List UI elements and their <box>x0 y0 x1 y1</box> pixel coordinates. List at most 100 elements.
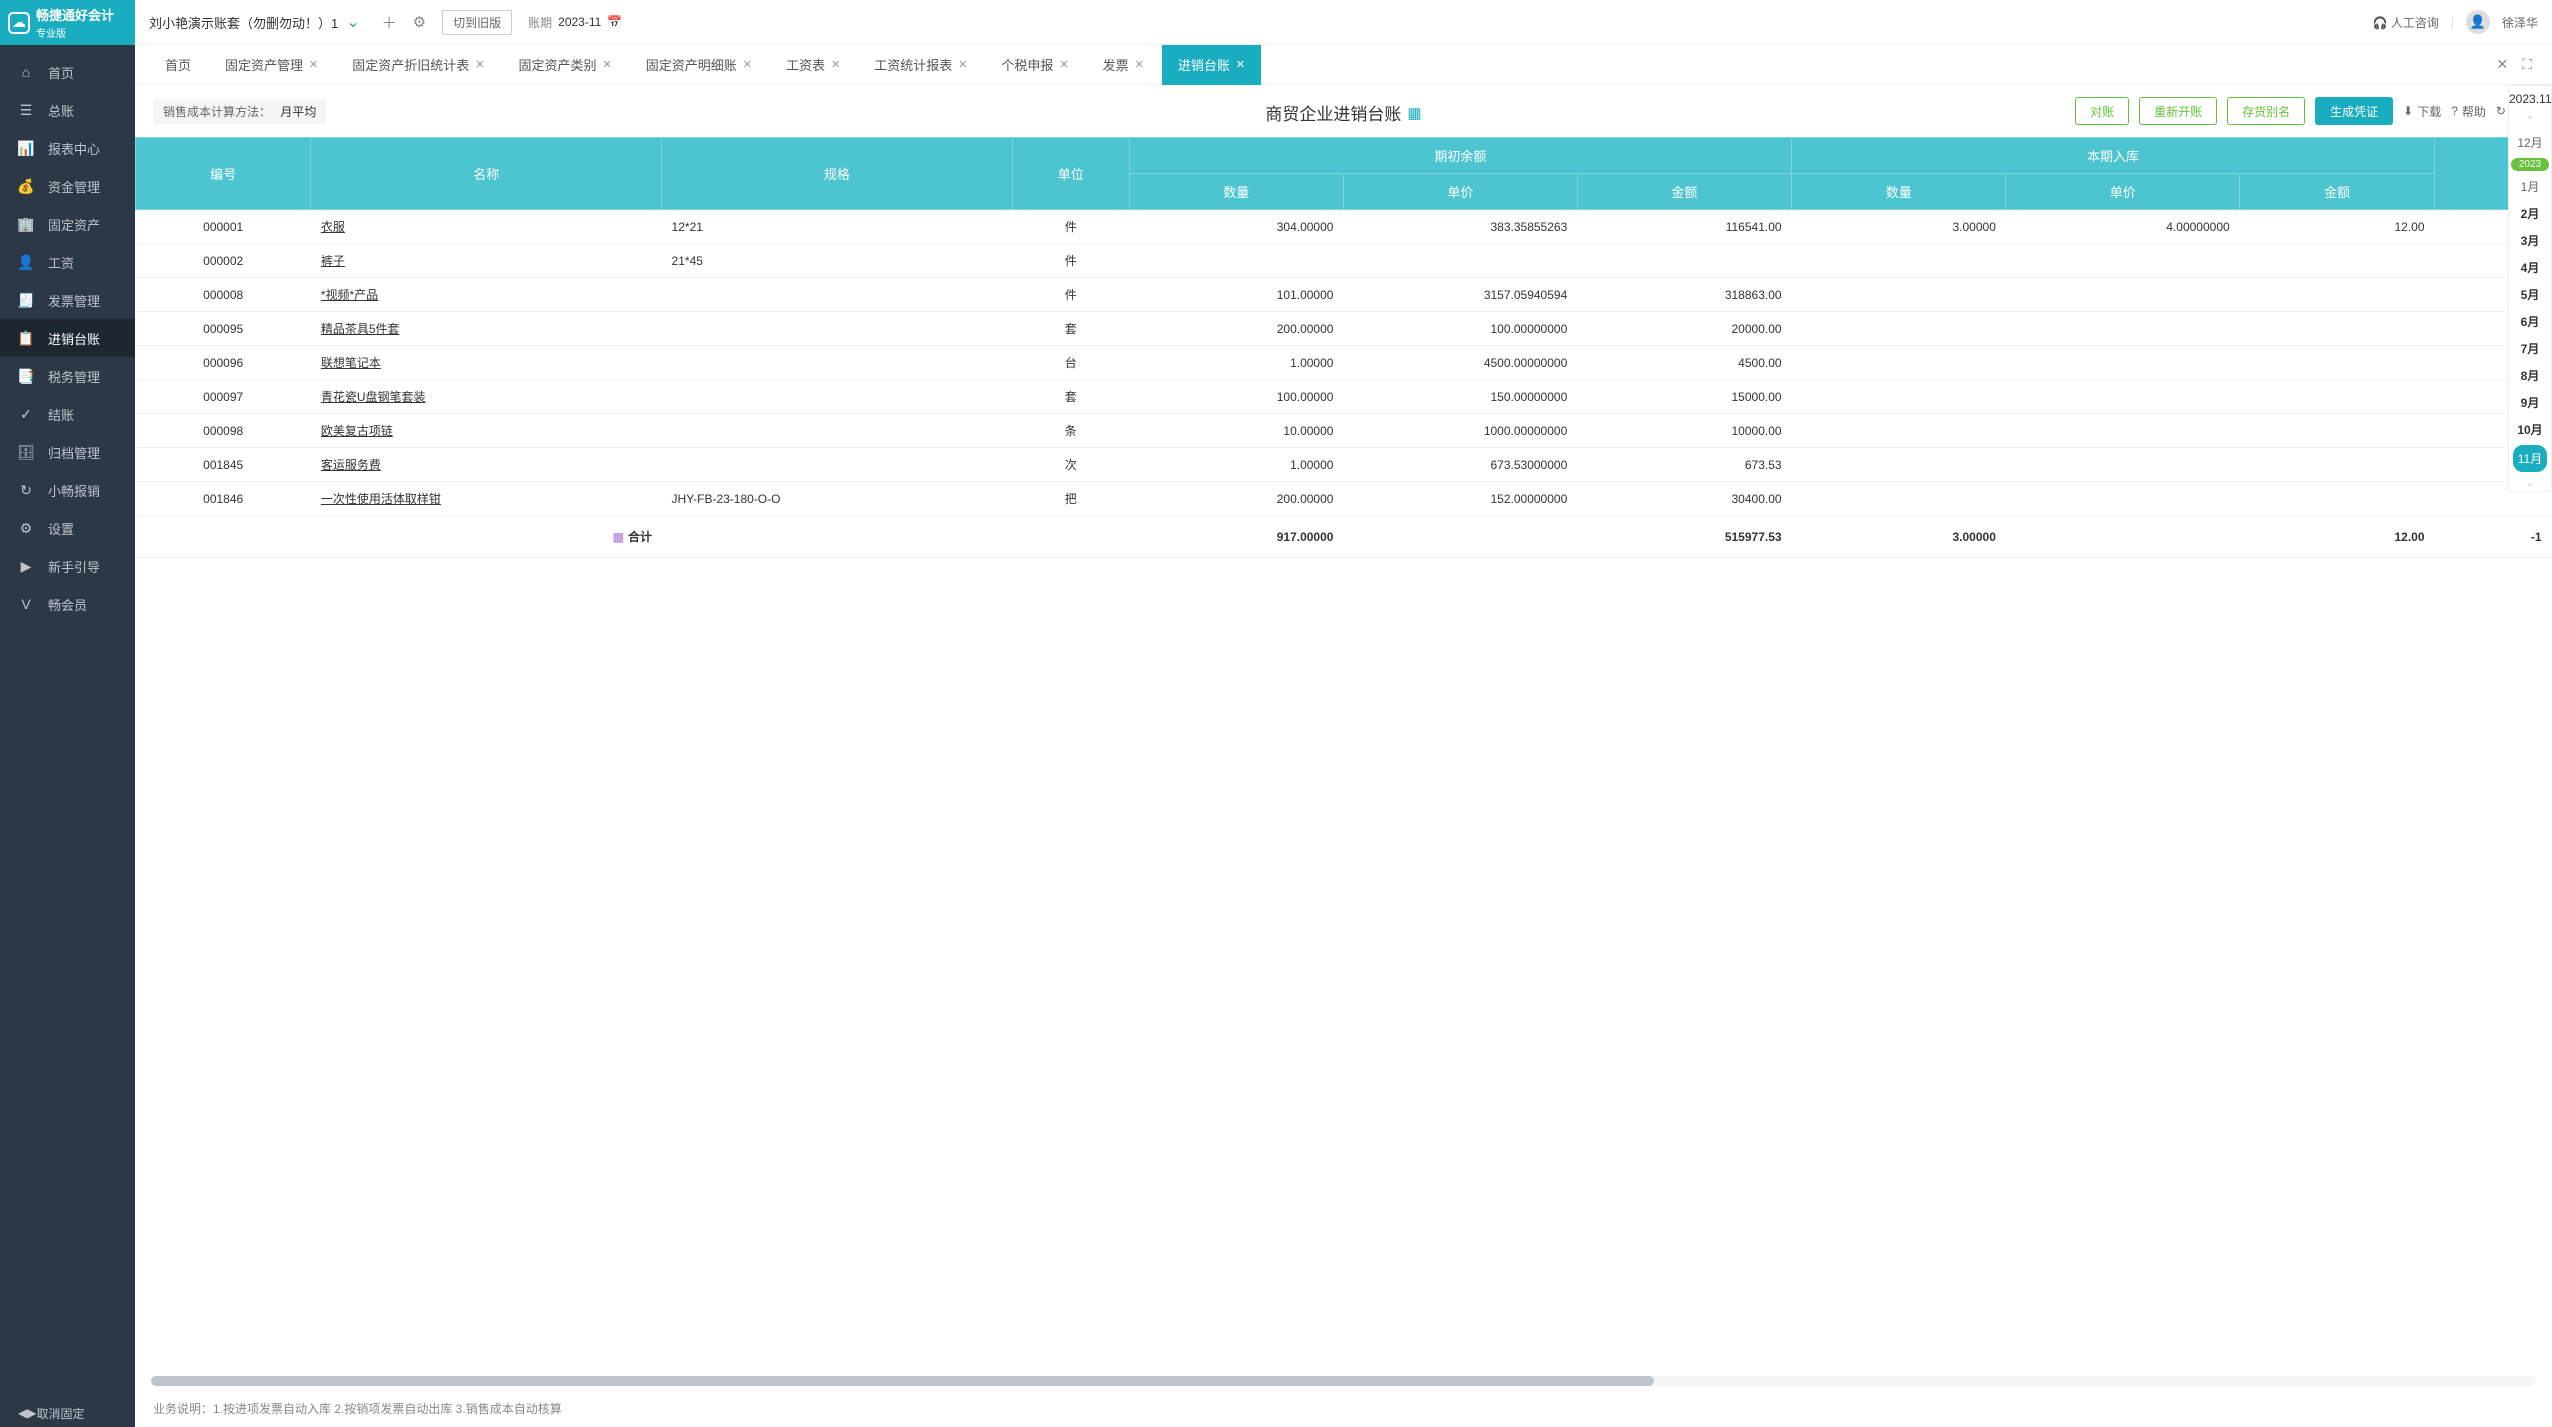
tab[interactable]: 工资表✕ <box>770 45 856 85</box>
month-item[interactable]: 5月 <box>2509 281 2551 308</box>
unpin-button[interactable]: ◀▶ 取消固定 <box>0 1399 135 1427</box>
help-link[interactable]: ? 帮助 <box>2451 103 2486 120</box>
month-item[interactable]: 1月 <box>2509 173 2551 200</box>
download-link[interactable]: ⬇ 下载 <box>2403 103 2441 120</box>
month-item[interactable]: 6月 <box>2509 308 2551 335</box>
sidebar-item-14[interactable]: V畅会员 <box>0 585 135 623</box>
add-icon[interactable]: ＋ <box>382 12 397 33</box>
nav-label: 设置 <box>48 519 74 538</box>
nav-label: 资金管理 <box>48 177 100 196</box>
sidebar-item-7[interactable]: 📋进销台账 <box>0 319 135 357</box>
close-icon[interactable]: ✕ <box>1059 58 1068 71</box>
fullscreen-icon[interactable]: ⛶ <box>2522 56 2532 73</box>
restart-button[interactable]: 重新开账 <box>2139 97 2217 125</box>
h-scrollbar[interactable] <box>151 1376 2536 1386</box>
close-icon[interactable]: ✕ <box>831 58 840 71</box>
month-item[interactable]: 2月 <box>2509 200 2551 227</box>
table-wrap: 编号 名称 规格 单位 期初余额 本期入库 数量 单价 金额 数量 单价 <box>135 137 2552 1372</box>
month-picker: 2023.11 ⌃ 12月20231月2月3月4月5月6月7月8月9月10月11… <box>2508 85 2552 492</box>
gen-voucher-button[interactable]: 生成凭证 <box>2315 97 2393 125</box>
sidebar-item-11[interactable]: ↻小畅报销 <box>0 471 135 509</box>
tab-label: 固定资产明细账 <box>646 55 737 74</box>
close-icon[interactable]: ✕ <box>958 58 967 71</box>
tab[interactable]: 固定资产类别 ✕ <box>502 45 627 85</box>
sidebar-item-12[interactable]: ⚙设置 <box>0 509 135 547</box>
user-name[interactable]: 徐泽华 <box>2502 14 2538 31</box>
tab[interactable]: 工资统计报表✕ <box>858 45 983 85</box>
tab[interactable]: 固定资产折旧统计表✕ <box>336 45 500 85</box>
nav-icon: 📑 <box>18 368 34 384</box>
col-opening: 期初余额 <box>1129 138 1791 174</box>
nav-label: 首页 <box>48 63 74 82</box>
close-icon[interactable]: ✕ <box>309 58 318 71</box>
nav-label: 固定资产 <box>48 215 100 234</box>
close-all-icon[interactable]: ✕ <box>2496 56 2508 73</box>
close-icon[interactable]: ✕ <box>603 58 612 71</box>
alias-button[interactable]: 存货别名 <box>2227 97 2305 125</box>
month-item[interactable]: 11月 <box>2513 445 2547 472</box>
tab[interactable]: 进销台账✕ <box>1162 45 1261 85</box>
item-name-link[interactable]: 衣服 <box>321 220 345 234</box>
item-name-link[interactable]: *视频*产品 <box>321 288 378 302</box>
sidebar-item-6[interactable]: 🧾发票管理 <box>0 281 135 319</box>
sidebar-item-0[interactable]: ⌂首页 <box>0 53 135 91</box>
chevron-down-icon[interactable]: ⌄ <box>346 12 359 32</box>
item-name-link[interactable]: 精品茶具5件套 <box>321 322 400 336</box>
tab[interactable]: 固定资产管理✕ <box>209 45 334 85</box>
item-name-link[interactable]: 欧美复古项链 <box>321 424 393 438</box>
month-item[interactable]: 9月 <box>2509 389 2551 416</box>
tabbar: 首页固定资产管理✕固定资产折旧统计表✕固定资产类别✕固定资产明细账✕工资表✕工资… <box>135 45 2552 85</box>
mp-up-icon[interactable]: ⌃ <box>2509 112 2551 129</box>
period-value[interactable]: 2023-11 <box>558 15 601 29</box>
avatar[interactable]: 👤 <box>2466 10 2490 34</box>
close-icon[interactable]: ✕ <box>743 58 752 71</box>
sidebar-item-13[interactable]: ▶新手引导 <box>0 547 135 585</box>
item-name-link[interactable]: 一次性使用活体取样钳 <box>321 492 441 506</box>
sidebar-item-4[interactable]: 🏢固定资产 <box>0 205 135 243</box>
gear-icon[interactable]: ⚙ <box>413 13 426 31</box>
tab[interactable]: 发票 ✕ <box>1087 45 1160 85</box>
month-item[interactable]: 8月 <box>2509 362 2551 389</box>
table-row: 000098欧美复古项链条10.000001000.0000000010000.… <box>136 414 2552 448</box>
item-name-link[interactable]: 联想笔记本 <box>321 356 381 370</box>
sidebar-item-9[interactable]: ✓结账 <box>0 395 135 433</box>
close-icon[interactable]: ✕ <box>1135 58 1144 71</box>
support-link[interactable]: 🎧 人工咨询 <box>2373 14 2439 31</box>
sidebar-item-1[interactable]: ☰总账 <box>0 91 135 129</box>
support-label: 人工咨询 <box>2391 16 2439 30</box>
sidebar-item-8[interactable]: 📑税务管理 <box>0 357 135 395</box>
tab[interactable]: 个税申报✕ <box>985 45 1084 85</box>
tab[interactable]: 首页 <box>149 45 207 85</box>
close-icon[interactable]: ✕ <box>1236 58 1245 71</box>
item-name-link[interactable]: 裤子 <box>321 254 345 268</box>
nav-label: 小畅报销 <box>48 481 100 500</box>
tab-label: 发票 <box>1103 55 1129 74</box>
nav-label: 归档管理 <box>48 443 100 462</box>
sidebar-item-3[interactable]: 💰资金管理 <box>0 167 135 205</box>
nav-label: 畅会员 <box>48 595 87 614</box>
account-selector[interactable]: 刘小艳演示账套（勿删勿动！）1 <box>149 13 338 32</box>
calendar-icon[interactable]: 📅 <box>607 15 622 29</box>
item-name-link[interactable]: 客运服务费 <box>321 458 381 472</box>
tab-label: 固定资产类别 <box>518 55 596 74</box>
sidebar-item-2[interactable]: 📊报表中心 <box>0 129 135 167</box>
switch-old-button[interactable]: 切到旧版 <box>442 10 512 35</box>
month-item[interactable]: 4月 <box>2509 254 2551 281</box>
col-in: 本期入库 <box>1792 138 2435 174</box>
detail-icon[interactable]: ▦ <box>1407 104 1421 122</box>
tab[interactable]: 固定资产明细账 ✕ <box>630 45 768 85</box>
close-icon[interactable]: ✕ <box>475 58 484 71</box>
nav-label: 新手引导 <box>48 557 100 576</box>
calc-method: 销售成本计算方法： 月平均 <box>153 99 326 124</box>
month-item[interactable]: 7月 <box>2509 335 2551 362</box>
month-item[interactable]: 12月 <box>2509 129 2551 156</box>
mp-year[interactable]: 2023.11 <box>2509 86 2551 112</box>
sidebar-item-5[interactable]: 👤工资 <box>0 243 135 281</box>
month-item[interactable]: 10月 <box>2509 416 2551 443</box>
item-name-link[interactable]: 青花瓷U盘钢笔套装 <box>321 390 426 404</box>
sidebar-item-10[interactable]: 🗄归档管理 <box>0 433 135 471</box>
reconcile-button[interactable]: 对账 <box>2075 97 2129 125</box>
nav-label: 工资 <box>48 253 74 272</box>
mp-down-icon[interactable]: ⌄ <box>2509 474 2551 491</box>
month-item[interactable]: 3月 <box>2509 227 2551 254</box>
